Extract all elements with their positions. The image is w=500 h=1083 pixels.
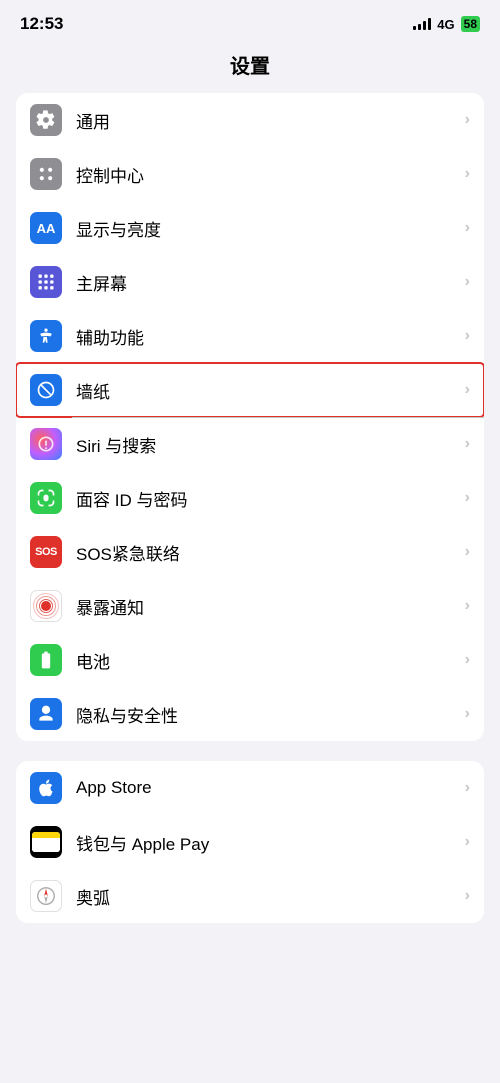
homescreen-icon	[30, 266, 62, 298]
sos-chevron: ›	[465, 543, 470, 561]
wallet-label: 钱包与 Apple Pay	[76, 830, 459, 855]
accessibility-chevron: ›	[465, 327, 470, 345]
settings-group-1: 通用 › 控制中心 › AA 显示与亮度 › 主屏幕 › 辅助功能 ›	[16, 93, 484, 741]
general-label: 通用	[76, 108, 459, 133]
display-label: 显示与亮度	[76, 216, 459, 241]
siri-icon	[30, 428, 62, 460]
display-chevron: ›	[465, 219, 470, 237]
faceid-label: 面容 ID 与密码	[76, 486, 459, 511]
privacy-icon	[30, 698, 62, 730]
control-center-icon	[30, 158, 62, 190]
row-display[interactable]: AA 显示与亮度 ›	[16, 201, 484, 255]
display-icon: AA	[30, 212, 62, 244]
wallpaper-icon	[30, 374, 62, 406]
accessibility-label: 辅助功能	[76, 324, 459, 349]
sos-icon: SOS	[30, 536, 62, 568]
status-icons: 4G 58	[413, 16, 480, 32]
row-exposure[interactable]: 暴露通知 ›	[16, 579, 484, 633]
control-center-chevron: ›	[465, 165, 470, 183]
general-chevron: ›	[465, 111, 470, 129]
settings-group-2: App Store › 钱包与 Apple Pay › 奥弧 ›	[16, 761, 484, 923]
row-appstore[interactable]: App Store ›	[16, 761, 484, 815]
appstore-chevron: ›	[465, 779, 470, 797]
privacy-chevron: ›	[465, 705, 470, 723]
compass-label: 奥弧	[76, 884, 459, 909]
appstore-icon	[30, 772, 62, 804]
siri-label: Siri 与搜索	[76, 432, 459, 457]
row-homescreen[interactable]: 主屏幕 ›	[16, 255, 484, 309]
homescreen-chevron: ›	[465, 273, 470, 291]
wallpaper-chevron: ›	[465, 381, 470, 399]
appstore-label: App Store	[76, 778, 459, 798]
control-center-label: 控制中心	[76, 162, 459, 187]
homescreen-label: 主屏幕	[76, 270, 459, 295]
exposure-icon	[30, 590, 62, 622]
battery-icon	[30, 644, 62, 676]
faceid-icon	[30, 482, 62, 514]
status-bar: 12:53 4G 58	[0, 0, 500, 42]
battery-chevron: ›	[465, 651, 470, 669]
status-time: 12:53	[20, 14, 63, 34]
battery-container: 58	[461, 16, 480, 32]
accessibility-icon	[30, 320, 62, 352]
battery-percent: 58	[461, 16, 480, 32]
sos-label: SOS紧急联络	[76, 540, 459, 565]
page-title-bar: 设置	[0, 42, 500, 93]
battery-label: 电池	[76, 648, 459, 673]
row-control-center[interactable]: 控制中心 ›	[16, 147, 484, 201]
page-title: 设置	[230, 56, 270, 78]
row-accessibility[interactable]: 辅助功能 ›	[16, 309, 484, 363]
wallpaper-label: 墙纸	[76, 378, 459, 403]
wallet-chevron: ›	[465, 833, 470, 851]
compass-icon	[30, 880, 62, 912]
row-sos[interactable]: SOS SOS紧急联络 ›	[16, 525, 484, 579]
signal-icon	[413, 18, 431, 30]
row-wallet[interactable]: 钱包与 Apple Pay ›	[16, 815, 484, 869]
row-wallpaper[interactable]: 墙纸 ›	[16, 363, 484, 417]
privacy-label: 隐私与安全性	[76, 702, 459, 727]
network-type: 4G	[437, 17, 454, 32]
row-faceid[interactable]: 面容 ID 与密码 ›	[16, 471, 484, 525]
compass-chevron: ›	[465, 887, 470, 905]
faceid-chevron: ›	[465, 489, 470, 507]
exposure-chevron: ›	[465, 597, 470, 615]
general-icon	[30, 104, 62, 136]
row-siri[interactable]: Siri 与搜索 ›	[16, 417, 484, 471]
row-compass[interactable]: 奥弧 ›	[16, 869, 484, 923]
row-privacy[interactable]: 隐私与安全性 ›	[16, 687, 484, 741]
row-general[interactable]: 通用 ›	[16, 93, 484, 147]
siri-chevron: ›	[465, 435, 470, 453]
wallet-icon	[30, 826, 62, 858]
row-battery[interactable]: 电池 ›	[16, 633, 484, 687]
exposure-label: 暴露通知	[76, 594, 459, 619]
